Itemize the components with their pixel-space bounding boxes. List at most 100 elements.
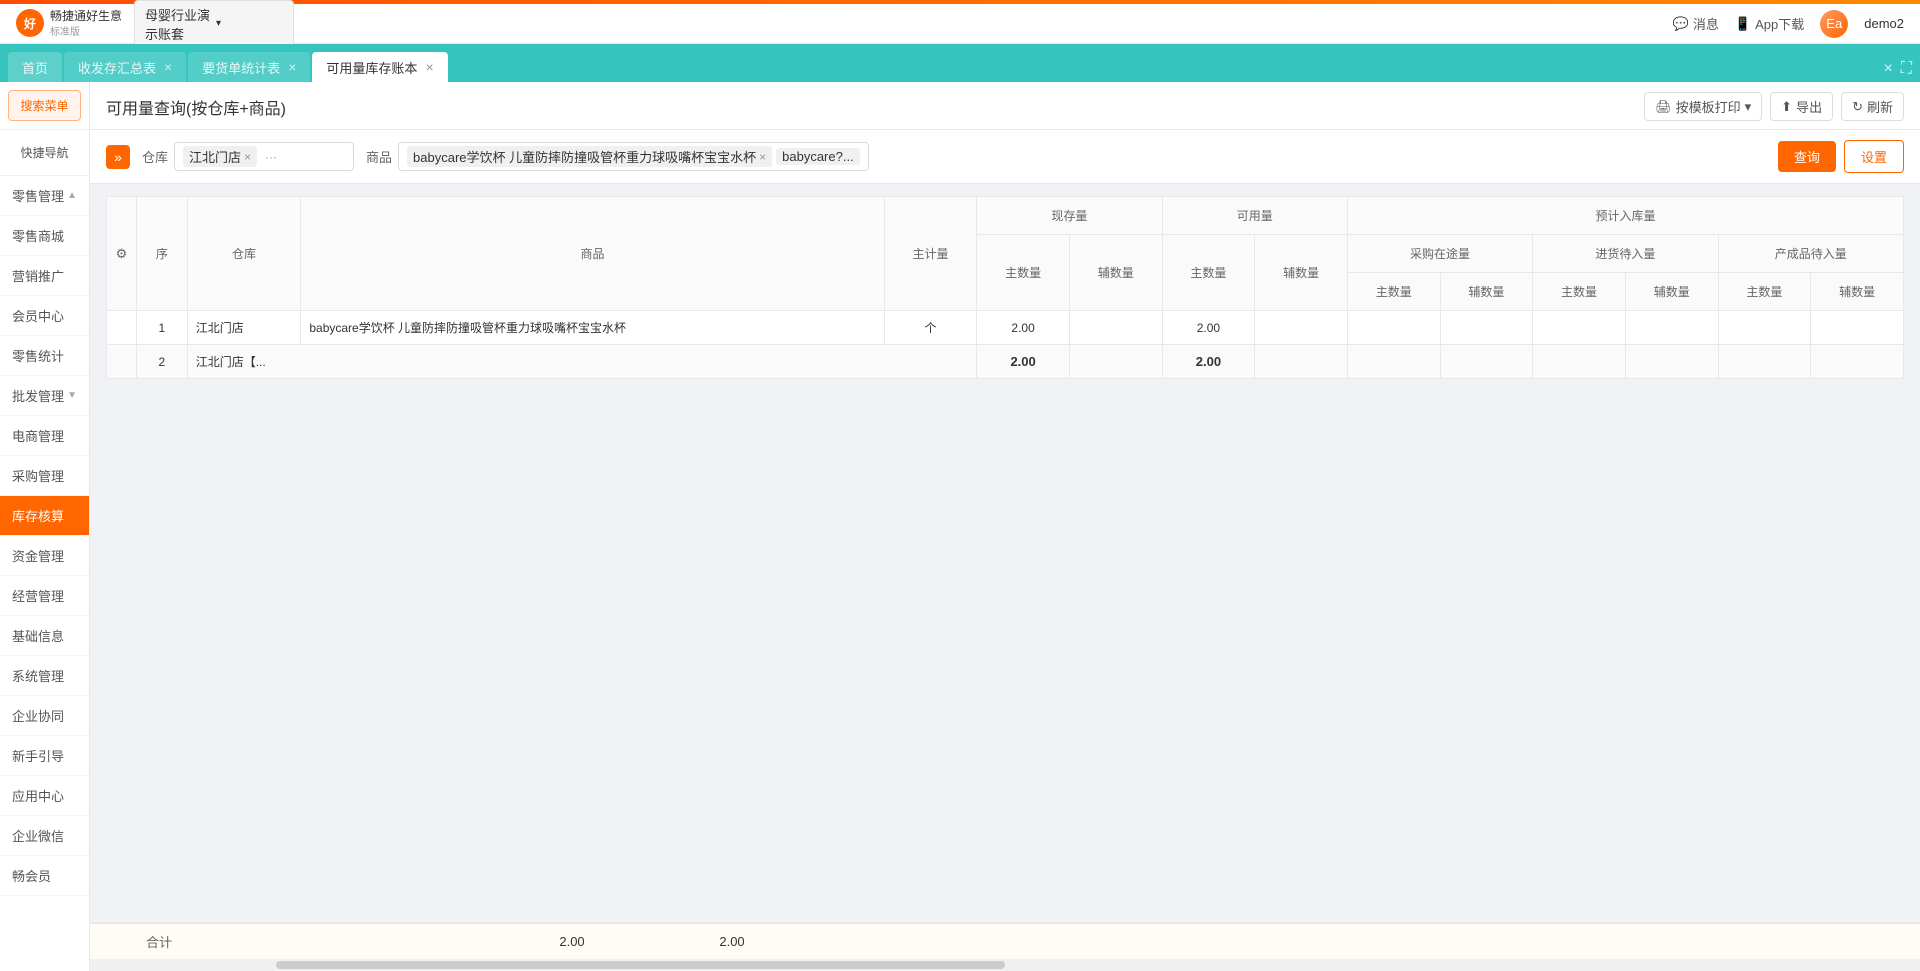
group-index: 2 (137, 345, 188, 379)
app-download-button[interactable]: 📱 App下载 (1735, 14, 1804, 33)
chevron-down-icon: ▼ (67, 390, 77, 401)
refresh-icon: ↻ (1852, 99, 1863, 115)
sidebar-item-wechat-work[interactable]: 企业微信 (0, 816, 89, 856)
query-button[interactable]: 查询 (1778, 141, 1836, 172)
message-button[interactable]: 💬 消息 (1673, 14, 1719, 33)
page-title: 可用量查询(按仓库+商品) (106, 95, 286, 119)
row-product-in-main (1718, 311, 1811, 345)
sidebar-item-purchase[interactable]: 采购管理 (0, 456, 89, 496)
sidebar: 搜索菜单 快捷导航 零售管理 ▲ 零售商城 营销推广 会员中心 零售统计 批发管… (0, 82, 90, 971)
row-purchase-main (1347, 311, 1440, 345)
sidebar-search-area: 搜索菜单 (0, 82, 89, 130)
tab-available-stock[interactable]: 可用量库存账本 × (312, 52, 447, 82)
sidebar-item-finance[interactable]: 资金管理 (0, 536, 89, 576)
row-unit: 个 (884, 311, 977, 345)
product-in-header: 产成品待入量 (1718, 235, 1903, 273)
sidebar-nav: 快捷导航 (0, 130, 89, 176)
sidebar-quick-nav[interactable]: 快捷导航 (0, 136, 89, 169)
print-label: 按模板打印 (1676, 97, 1741, 116)
tab-order-stats[interactable]: 要货单统计表 × (188, 52, 310, 82)
group-subtotal-row: 2 江北门店【... 2.00 2.00 (107, 345, 1904, 379)
sidebar-item-retail-mall[interactable]: 零售商城 (0, 216, 89, 256)
warehouse-filter-more[interactable]: ··· (261, 150, 281, 164)
sidebar-item-inventory[interactable]: 库存核算 (0, 496, 89, 536)
col-warehouse-header: 仓库 (187, 197, 301, 311)
scroll-bar-area[interactable] (90, 959, 1920, 971)
sidebar-item-member[interactable]: 会员中心 (0, 296, 89, 336)
row-incoming-aux (1625, 311, 1718, 345)
table-container[interactable]: ⚙ 序 仓库 商品 主计量 现存量 可用量 预计入库量 主数量 辅数量 主数量 (90, 184, 1920, 922)
group-stock-aux (1069, 345, 1162, 379)
product-filter-tag-2: babycare?... (776, 148, 860, 165)
sidebar-item-newbie[interactable]: 新手引导 (0, 736, 89, 776)
tab-receive-label: 收发存汇总表 (78, 58, 156, 77)
sidebar-section: 零售管理 ▲ 零售商城 营销推广 会员中心 零售统计 批发管理 ▼ 电商管理 (0, 176, 89, 896)
logo-area: 好 畅捷通好生意 标准版 (16, 9, 122, 38)
group-settings (107, 345, 137, 379)
filter-expand-button[interactable]: » (106, 145, 130, 169)
sidebar-item-retail-mgmt[interactable]: 零售管理 ▲ (0, 176, 89, 216)
product-tag-close-icon-1[interactable]: × (759, 150, 766, 164)
sidebar-item-basic[interactable]: 基础信息 (0, 616, 89, 656)
col-index-header: 序 (137, 197, 188, 311)
incoming-main-header: 主数量 (1533, 273, 1626, 311)
org-selector[interactable]: 母婴行业演示账套 ▾ (134, 0, 294, 48)
sidebar-item-member-plus[interactable]: 畅会员 (0, 856, 89, 896)
group-purchase-aux (1440, 345, 1533, 379)
tab-close-all-button[interactable]: × (1883, 60, 1892, 78)
top-bar: 好 畅捷通好生意 标准版 母婴行业演示账套 ▾ 💬 消息 📱 App下载 Ea … (0, 4, 1920, 44)
sidebar-item-app-center-label: 应用中心 (12, 786, 64, 805)
group-incoming-aux (1625, 345, 1718, 379)
tab-home[interactable]: 首页 (8, 52, 62, 82)
tab-bar-actions: × ⛶ (1883, 60, 1912, 82)
col-product-header: 商品 (301, 197, 884, 311)
row-available-main: 2.00 (1162, 311, 1255, 345)
footer-stock-main: 2.00 (532, 934, 612, 949)
sidebar-item-operations-label: 经营管理 (12, 586, 64, 605)
row-incoming-main (1533, 311, 1626, 345)
sidebar-item-system[interactable]: 系统管理 (0, 656, 89, 696)
group-stock-main: 2.00 (977, 345, 1070, 379)
group-product-in-aux (1811, 345, 1904, 379)
incoming-aux-header: 辅数量 (1625, 273, 1718, 311)
sidebar-item-app-center[interactable]: 应用中心 (0, 776, 89, 816)
row-settings[interactable] (107, 311, 137, 345)
group-purchase-main (1347, 345, 1440, 379)
sidebar-item-ecommerce[interactable]: 电商管理 (0, 416, 89, 456)
sidebar-item-retail-stats[interactable]: 零售统计 (0, 336, 89, 376)
col-settings-header[interactable]: ⚙ (107, 197, 137, 311)
warehouse-tag-close-icon[interactable]: × (244, 150, 251, 164)
sidebar-item-wholesale[interactable]: 批发管理 ▼ (0, 376, 89, 416)
tab-available-stock-close[interactable]: × (425, 60, 433, 74)
table-row: 1 江北门店 babycare学饮杯 儿童防摔防撞吸管杯重力球吸嘴杯宝宝水杯 个… (107, 311, 1904, 345)
refresh-button[interactable]: ↻ 刷新 (1841, 92, 1904, 121)
sidebar-item-wechat-work-label: 企业微信 (12, 826, 64, 845)
avatar[interactable]: Ea (1820, 10, 1848, 38)
product-filter-input[interactable]: babycare学饮杯 儿童防摔防撞吸管杯重力球吸嘴杯宝宝水杯 × babyca… (398, 142, 869, 171)
sidebar-item-enterprise[interactable]: 企业协同 (0, 696, 89, 736)
scroll-bar-thumb[interactable] (276, 961, 1005, 969)
sidebar-item-marketing-label: 营销推广 (12, 266, 64, 285)
content-area: 可用量查询(按仓库+商品) 🖨 按模板打印 ▾ ⬆ 导出 ↻ 刷新 » (90, 82, 1920, 971)
tab-receive-close[interactable]: × (164, 60, 172, 74)
main-layout: 搜索菜单 快捷导航 零售管理 ▲ 零售商城 营销推广 会员中心 零售统计 批发管… (0, 82, 1920, 971)
sidebar-item-operations[interactable]: 经营管理 (0, 576, 89, 616)
avatar-text: Ea (1826, 16, 1842, 31)
warehouse-filter-input[interactable]: 江北门店 × ··· (174, 142, 354, 171)
footer-label: 合计 (106, 932, 172, 951)
settings-button[interactable]: 设置 (1844, 140, 1904, 173)
tab-receive[interactable]: 收发存汇总表 × (64, 52, 186, 82)
export-button[interactable]: ⬆ 导出 (1770, 92, 1833, 121)
warehouse-tag-value: 江北门店 (189, 147, 241, 166)
purchase-aux-header: 辅数量 (1440, 273, 1533, 311)
tab-order-stats-close[interactable]: × (288, 60, 296, 74)
sidebar-item-retail-mall-label: 零售商城 (12, 226, 64, 245)
print-button[interactable]: 🖨 按模板打印 ▾ (1644, 92, 1762, 121)
product-tag-value-1: babycare学饮杯 儿童防摔防撞吸管杯重力球吸嘴杯宝宝水杯 (413, 147, 756, 166)
tab-expand-button[interactable]: ⛶ (1901, 60, 1912, 78)
col-stock-header: 现存量 (977, 197, 1162, 235)
sidebar-item-marketing[interactable]: 营销推广 (0, 256, 89, 296)
search-menu-button[interactable]: 搜索菜单 (8, 90, 81, 121)
available-aux-header: 辅数量 (1255, 235, 1348, 311)
col-forecast-header: 预计入库量 (1347, 197, 1903, 235)
